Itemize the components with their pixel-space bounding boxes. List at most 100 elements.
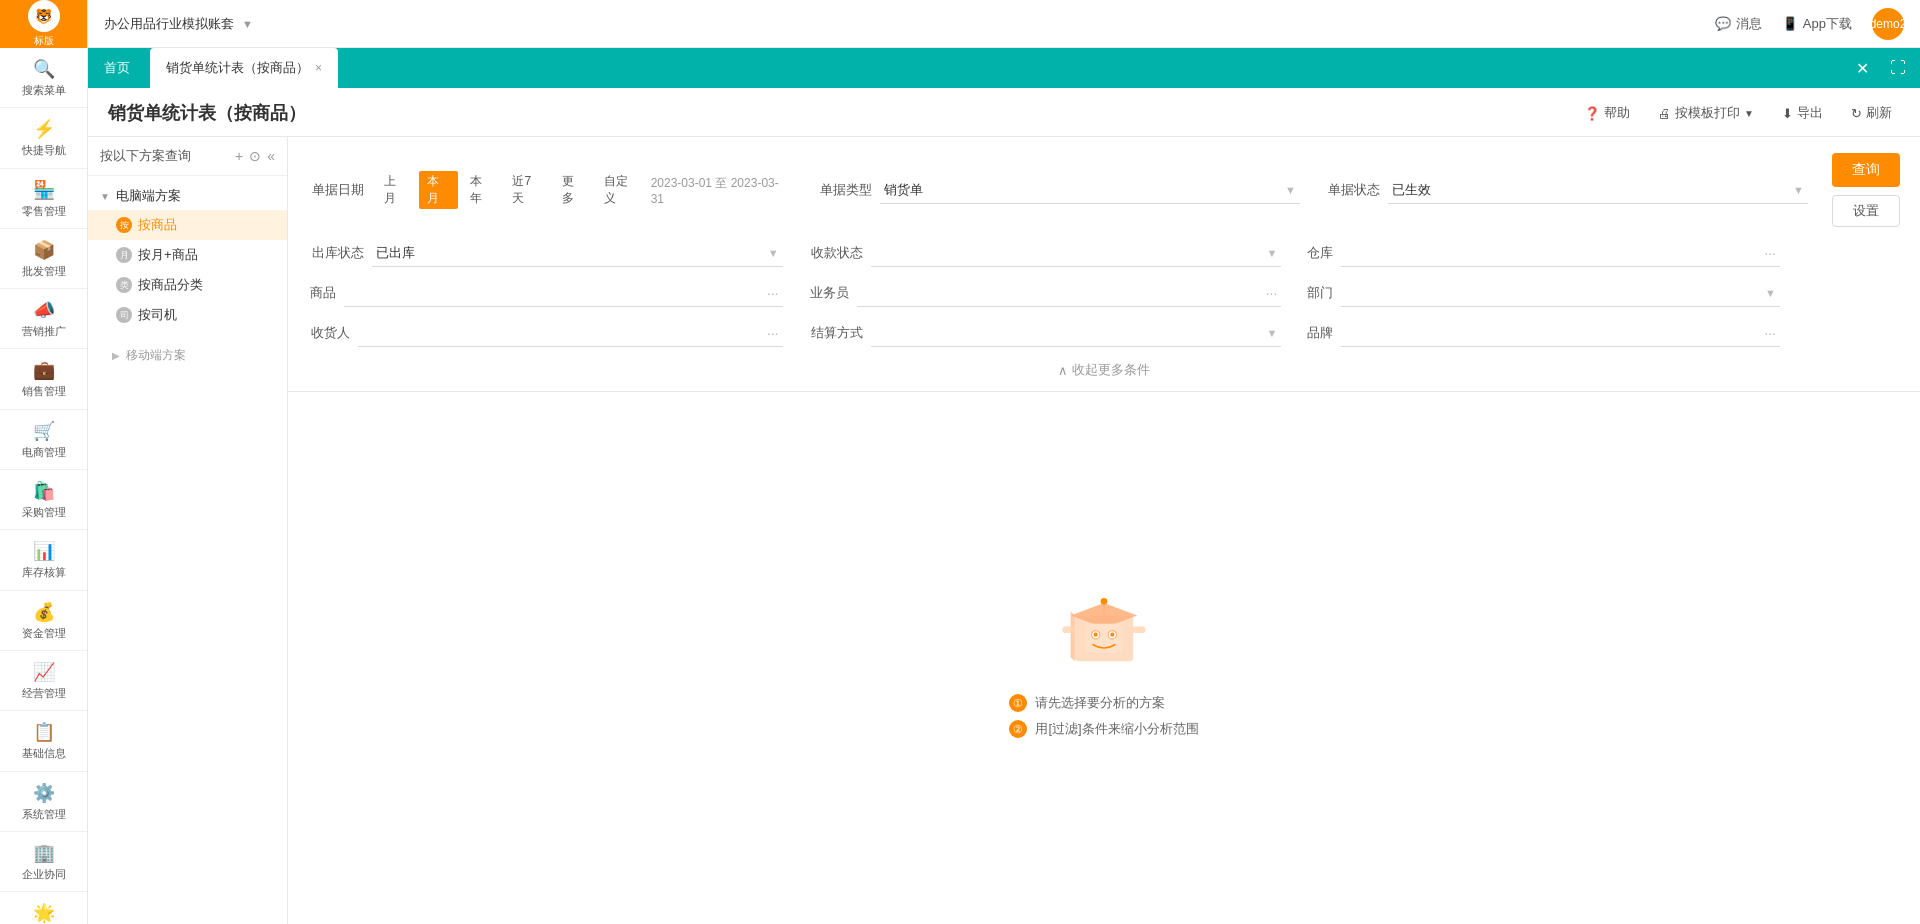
tab-home[interactable]: 首页: [88, 48, 146, 88]
scheme-settings-btn[interactable]: ⊙: [249, 148, 261, 164]
sidebar-item-retail[interactable]: 🏪 零售管理: [0, 169, 88, 229]
tip-text-1: 请先选择要分析的方案: [1035, 694, 1165, 712]
tab-close-window-btn[interactable]: ✕: [1848, 54, 1876, 82]
date-chip-this-month[interactable]: 本月: [419, 171, 458, 209]
filter-payment-arrow[interactable]: ▼: [1266, 327, 1277, 339]
by-category-prefix: 类: [116, 277, 132, 293]
tip-number-2: ②: [1009, 720, 1027, 738]
enterprise-icon: 🏢: [33, 842, 55, 864]
app-download-action[interactable]: 📱 App下载: [1782, 15, 1852, 33]
top-bar: 办公用品行业模拟账套 ▼ 💬 消息 📱 App下载 demo2: [88, 0, 1920, 48]
query-btn[interactable]: 查询: [1832, 153, 1900, 187]
workspace-dropdown-icon[interactable]: ▼: [242, 18, 253, 30]
sidebar-item-purchase[interactable]: 🛍️ 采购管理: [0, 470, 88, 530]
sidebar-item-wholesale[interactable]: 📦 批发管理: [0, 229, 88, 289]
mobile-group-label: 移动端方案: [126, 347, 186, 364]
sidebar-item-sales[interactable]: 💼 销售管理: [0, 349, 88, 409]
print-btn[interactable]: 🖨 按模板打印 ▼: [1650, 100, 1762, 126]
filter-brand-control[interactable]: ···: [1341, 319, 1780, 347]
date-chip-this-year[interactable]: 本年: [462, 171, 501, 209]
filter-dept-label: 部门: [1305, 284, 1333, 302]
filter-recv-status-control[interactable]: ▼: [871, 239, 1282, 267]
by-product-label: 按商品: [138, 216, 177, 234]
sidebar-item-newbie[interactable]: 🌟 新手引导: [0, 892, 88, 924]
filter-doc-type-control[interactable]: 销货单 ▼: [880, 176, 1300, 204]
filter-out-status-control[interactable]: 已出库 ▼: [372, 239, 783, 267]
print-icon: 🖨: [1658, 106, 1671, 121]
filter-product-control[interactable]: ···: [344, 279, 783, 307]
tab-close-icon[interactable]: ×: [315, 61, 322, 75]
filter-out-status-arrow[interactable]: ▼: [768, 247, 779, 259]
sidebar-item-ops[interactable]: 📈 经营管理: [0, 651, 88, 711]
sidebar-label-wholesale: 批发管理: [22, 264, 66, 278]
by-driver-prefix: 司: [116, 307, 132, 323]
empty-tip-2: ② 用[过滤]条件来缩小分析范围: [1009, 720, 1198, 738]
scheme-group-desktop-title[interactable]: ▼ 电脑端方案: [88, 182, 287, 210]
filter-date-cell: 单据日期 上月 本月 本年 近7天 更多 自定义 20: [308, 169, 792, 211]
scheme-item-by-category[interactable]: 类 按商品分类: [88, 270, 287, 300]
filter-doc-status-arrow[interactable]: ▼: [1793, 184, 1804, 196]
collapse-btn[interactable]: ∧ 收起更多条件: [1058, 361, 1150, 379]
refresh-btn[interactable]: ↻ 刷新: [1843, 100, 1900, 126]
sidebar-item-ecommerce[interactable]: 🛒 电商管理: [0, 410, 88, 470]
sidebar-item-quicknav[interactable]: ⚡ 快捷导航: [0, 108, 88, 168]
scheme-add-btn[interactable]: +: [235, 148, 243, 164]
scheme-collapse-btn[interactable]: «: [267, 148, 275, 164]
scheme-item-by-month-product[interactable]: 月 按月+商品: [88, 240, 287, 270]
empty-illustration: [1054, 578, 1154, 678]
filter-doc-status-control[interactable]: 已生效 ▼: [1388, 176, 1808, 204]
filter-recipient-control[interactable]: ···: [358, 319, 783, 347]
filter-recv-status-arrow[interactable]: ▼: [1266, 247, 1277, 259]
sidebar-label-ecommerce: 电商管理: [22, 445, 66, 459]
scheme-item-by-product[interactable]: 按 按商品: [88, 210, 287, 240]
sidebar-item-system[interactable]: ⚙️ 系统管理: [0, 772, 88, 832]
sidebar-item-enterprise[interactable]: 🏢 企业协同: [0, 832, 88, 892]
sidebar-item-search[interactable]: 🔍 搜索菜单: [0, 48, 88, 108]
filter-salesperson-control[interactable]: ···: [857, 279, 1282, 307]
scheme-item-by-driver[interactable]: 司 按司机: [88, 300, 287, 330]
workspace-title: 办公用品行业模拟账套: [104, 15, 234, 33]
date-chip-more[interactable]: 更多: [554, 171, 593, 209]
filter-warehouse-dots[interactable]: ···: [1764, 245, 1776, 261]
tab-expand-btn[interactable]: ⛶: [1884, 54, 1912, 82]
help-btn[interactable]: ❓ 帮助: [1576, 100, 1638, 126]
by-product-prefix: 按: [116, 217, 132, 233]
sidebar-item-marketing[interactable]: 📣 营销推广: [0, 289, 88, 349]
tab-sales-stat[interactable]: 销货单统计表（按商品） ×: [150, 48, 338, 88]
filter-doc-type-label: 单据类型: [816, 181, 872, 199]
retail-icon: 🏪: [33, 179, 55, 201]
message-action[interactable]: 💬 消息: [1715, 15, 1762, 33]
filter-dept-arrow[interactable]: ▼: [1765, 287, 1776, 299]
sidebar-item-basic[interactable]: 📋 基础信息: [0, 711, 88, 771]
filter-brand-dots[interactable]: ···: [1764, 325, 1776, 341]
filter-btn-group: 查询 设置: [1832, 153, 1900, 227]
sidebar-item-finance[interactable]: 💰 资金管理: [0, 591, 88, 651]
filter-recipient-dots[interactable]: ···: [767, 325, 779, 341]
filter-dept-control[interactable]: ▼: [1341, 279, 1780, 307]
logo-text: 标版: [34, 34, 54, 48]
date-chip-last-month[interactable]: 上月: [376, 171, 415, 209]
sidebar-label-quicknav: 快捷导航: [22, 143, 66, 157]
filter-product-dots[interactable]: ···: [767, 285, 779, 301]
filter-doc-type-arrow[interactable]: ▼: [1285, 184, 1296, 196]
date-chip-custom[interactable]: 自定义: [596, 171, 646, 209]
filter-salesperson-dots[interactable]: ···: [1266, 285, 1278, 301]
export-btn[interactable]: ⬇ 导出: [1774, 100, 1831, 126]
filter-area: 单据日期 上月 本月 本年 近7天 更多 自定义 20: [288, 137, 1920, 924]
filter-date-label: 单据日期: [308, 181, 364, 199]
by-driver-label: 按司机: [138, 306, 177, 324]
filter-warehouse-control[interactable]: ···: [1341, 239, 1780, 267]
sidebar-item-inventory[interactable]: 📊 库存核算: [0, 530, 88, 590]
date-chip-7days[interactable]: 近7天: [504, 171, 549, 209]
svg-point-7: [1101, 598, 1108, 605]
newbie-icon: 🌟: [33, 902, 55, 924]
settings-btn[interactable]: 设置: [1832, 195, 1900, 227]
scheme-group-mobile-title[interactable]: ▶ 移动端方案: [88, 342, 287, 369]
filter-doc-type-value: 销货单: [884, 181, 1285, 199]
filter-payment-control[interactable]: ▼: [871, 319, 1282, 347]
user-avatar[interactable]: demo2: [1872, 8, 1904, 40]
sidebar-label-ops: 经营管理: [22, 686, 66, 700]
filter-out-status-value: 已出库: [376, 244, 768, 262]
export-icon: ⬇: [1782, 106, 1793, 121]
tab-home-label: 首页: [104, 59, 130, 77]
